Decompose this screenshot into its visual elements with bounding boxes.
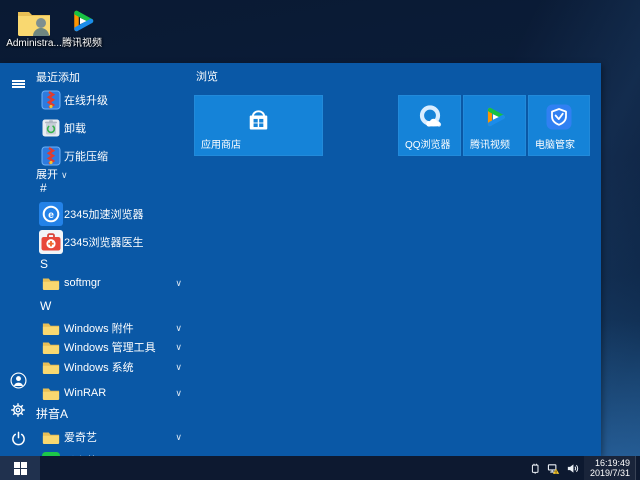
clock-time: 16:19:49 [595,458,630,468]
start-app-2345-browser-doctor[interactable]: 2345浏览器医生 [38,229,184,255]
network-warning-icon[interactable] [546,460,562,476]
pc-manager-icon [528,102,590,132]
folder-icon [38,430,64,445]
settings-button[interactable] [9,401,27,419]
start-folder-iqiyi[interactable]: 爱奇艺 ∨ [38,425,184,449]
tile-label: 应用商店 [201,136,241,151]
recent-added-header: 最近添加 [36,69,80,85]
expand-button[interactable]: 展开∨ [36,166,68,182]
section-letter-w[interactable]: W [40,299,51,313]
user-icon [10,372,27,389]
app-label: WinRAR [64,387,106,399]
app-label: 在线升级 [64,92,108,108]
uninstall-trash-icon [38,118,64,138]
tencent-video-icon [463,102,526,132]
tile-label: QQ浏览器 [405,136,451,151]
start-app-iqiyi-clipped[interactable]: 爱奇艺 [38,449,184,456]
start-app-uninstall[interactable]: 卸载 [38,116,184,140]
chevron-down-icon[interactable]: ∨ [175,278,182,289]
tile-qq-browser[interactable]: QQ浏览器 [398,95,461,156]
section-letter-hash[interactable]: # [40,181,47,195]
app-label: 卸载 [64,120,86,136]
show-desktop-button[interactable] [635,456,640,480]
tencent-video-icon [67,4,97,36]
taskbar: 16:19:49 2019/7/31 [0,456,640,480]
folder-icon [38,321,64,336]
usb-device-icon[interactable] [527,460,543,476]
tile-label: 电脑管家 [535,136,575,151]
start-app-2345-browser[interactable]: e 2345加速浏览器 [38,201,184,227]
tile-app-store[interactable]: 应用商店 [194,95,323,156]
svg-text:e: e [48,209,54,221]
power-icon [11,431,26,446]
windows-logo-icon [14,462,27,475]
start-app-online-upgrade[interactable]: 在线升级 [38,88,184,112]
tile-pc-manager[interactable]: 电脑管家 [528,95,590,156]
chevron-down-icon[interactable]: ∨ [175,362,182,373]
zip-archiver-icon [38,90,64,110]
power-button[interactable] [9,429,27,447]
ms-store-icon [194,107,323,134]
start-menu: 最近添加 在线升级 卸载 [0,63,601,456]
app-label: 爱奇艺 [64,429,97,445]
chevron-down-icon: ∨ [61,170,68,180]
tile-tencent-video[interactable]: 腾讯视频 [463,95,526,156]
system-tray: 16:19:49 2019/7/31 [527,456,640,480]
taskbar-clock[interactable]: 16:19:49 2019/7/31 [584,456,635,480]
folder-icon [38,360,64,375]
chevron-down-icon[interactable]: ∨ [175,388,182,399]
section-letter-pinyin-a[interactable]: 拼音A [36,405,68,422]
screen: Administra... 腾讯视频 [0,0,640,480]
user-account-button[interactable] [9,371,27,389]
user-folder-icon [16,4,52,36]
start-button[interactable] [0,456,40,480]
section-letter-s[interactable]: S [40,257,48,271]
chevron-down-icon[interactable]: ∨ [175,323,182,334]
app-label: Windows 附件 [64,320,134,336]
desktop-icon-tencent-video[interactable]: 腾讯视频 [54,4,110,49]
browser-e-icon: e [38,202,64,226]
menu-hamburger-button[interactable] [9,75,27,93]
app-label: 万能压缩 [64,148,108,164]
expand-label: 展开 [36,169,58,181]
start-folder-winrar[interactable]: WinRAR ∨ [38,381,184,405]
start-app-universal-zip[interactable]: 万能压缩 [38,144,184,168]
volume-icon[interactable] [565,460,581,476]
tile-group-header[interactable]: 浏览 [196,68,218,84]
tile-label: 腾讯视频 [470,136,510,151]
app-label: Windows 管理工具 [64,339,156,355]
folder-icon [38,340,64,355]
app-label: softmgr [64,277,101,289]
folder-icon [38,276,64,291]
qq-browser-icon [398,102,461,132]
start-folder-windows-system[interactable]: Windows 系统 ∨ [38,355,184,379]
desktop-icon-label: 腾讯视频 [62,38,102,49]
start-folder-softmgr[interactable]: softmgr ∨ [38,271,184,295]
app-label: 2345浏览器医生 [64,234,143,250]
app-label: Windows 系统 [64,359,134,375]
folder-icon [38,386,64,401]
chevron-down-icon[interactable]: ∨ [175,432,182,443]
app-label: 2345加速浏览器 [64,206,143,222]
chevron-down-icon[interactable]: ∨ [175,342,182,353]
first-aid-icon [38,230,64,254]
gear-icon [10,402,26,418]
zip-archiver-icon [38,146,64,166]
clock-date: 2019/7/31 [590,468,630,478]
